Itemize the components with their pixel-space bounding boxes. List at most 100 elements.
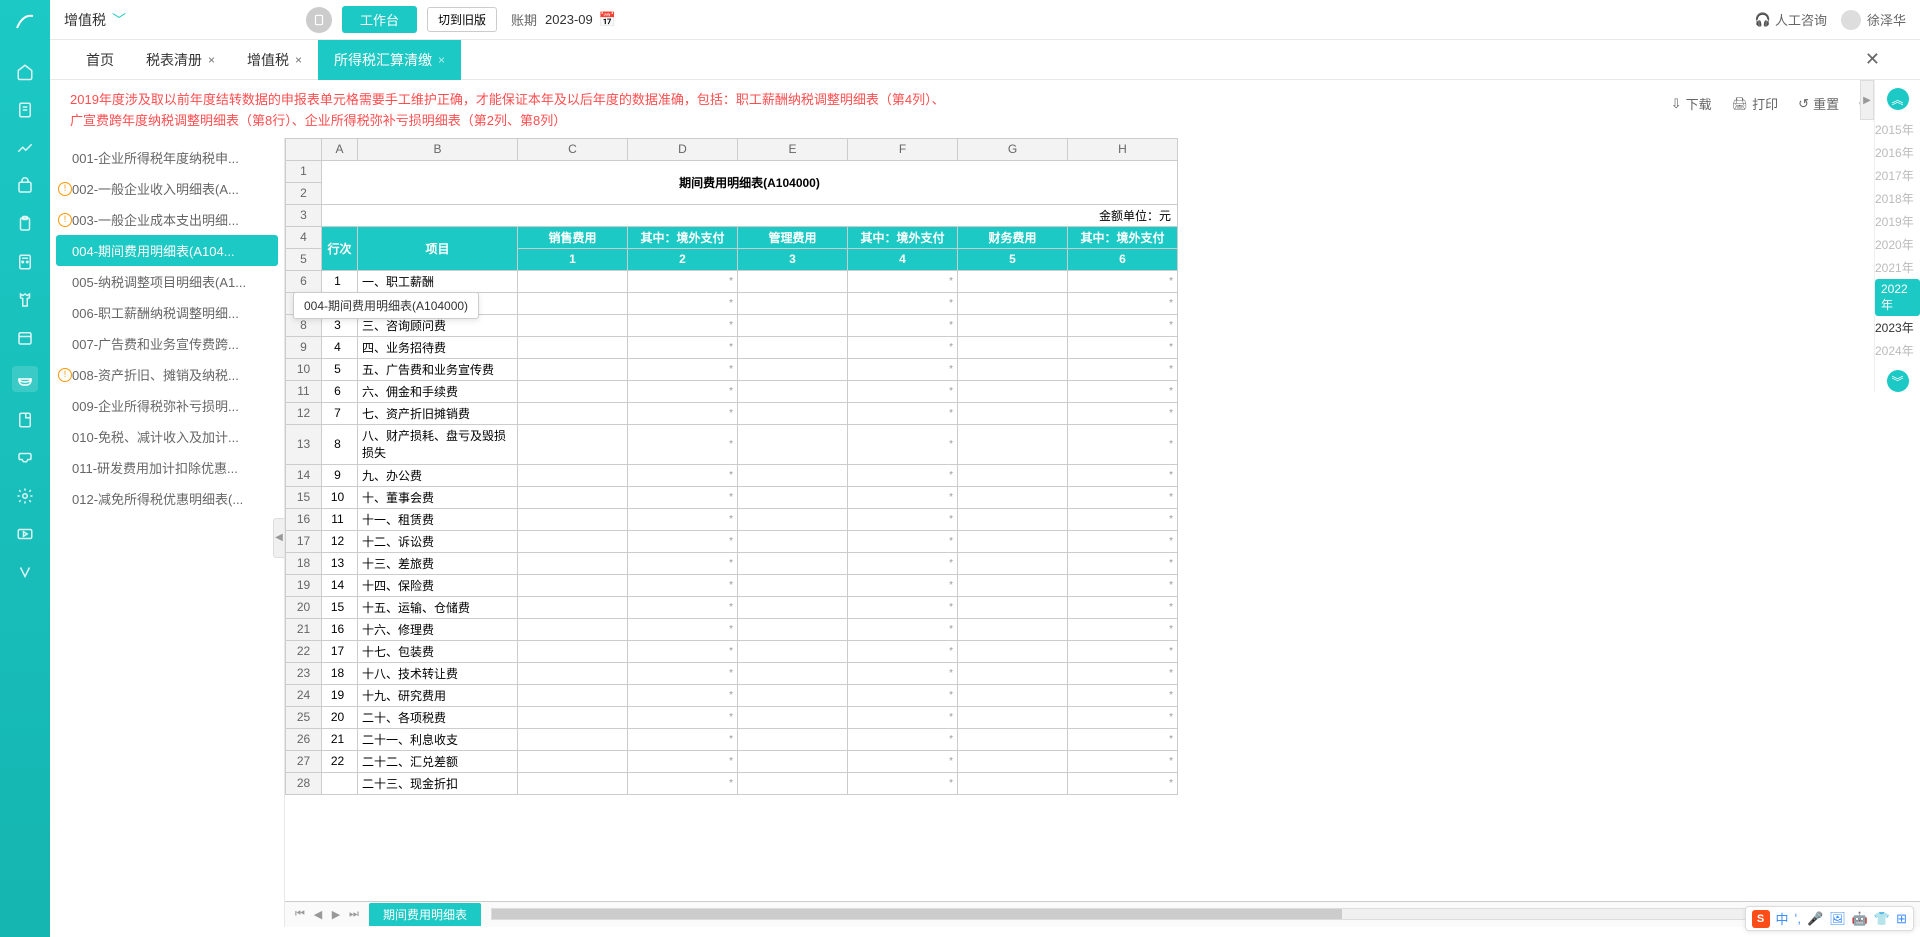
row-number-cell[interactable]: 11 [322,508,358,530]
data-cell[interactable]: * [628,728,738,750]
data-cell[interactable] [518,772,628,794]
data-cell[interactable]: * [628,574,738,596]
data-cell[interactable] [518,336,628,358]
data-cell[interactable] [958,314,1068,336]
tab-0[interactable]: 首页 [70,40,130,80]
ime-grid-icon[interactable]: ⊞ [1896,911,1907,927]
row-number-cell[interactable]: 6 [322,380,358,402]
data-cell[interactable]: * [848,508,958,530]
data-cell[interactable] [958,486,1068,508]
module-dropdown[interactable]: 增值税 ﹀ [64,10,126,30]
row-header[interactable]: 19 [286,574,322,596]
print-link[interactable]: 🖨打印 [1732,94,1779,113]
data-cell[interactable]: * [628,706,738,728]
data-cell[interactable]: * [848,596,958,618]
data-cell[interactable] [518,424,628,464]
shirt-icon[interactable] [15,290,35,310]
data-cell[interactable] [738,662,848,684]
row-header[interactable]: 25 [286,706,322,728]
ime-toolbar[interactable]: S 中 ʻ, 🎤 🖼 🤖 👕 ⊞ [1745,906,1915,931]
data-cell[interactable] [958,336,1068,358]
data-cell[interactable]: * [848,314,958,336]
col-header[interactable]: D [628,138,738,160]
year-up-button[interactable]: ︽ [1887,88,1909,110]
row-header[interactable]: 16 [286,508,322,530]
data-cell[interactable] [518,486,628,508]
row-number-cell[interactable]: 1 [322,270,358,292]
data-cell[interactable] [518,508,628,530]
row-header[interactable]: 11 [286,380,322,402]
data-cell[interactable] [738,508,848,530]
row-number-cell[interactable]: 8 [322,424,358,464]
data-cell[interactable]: * [628,270,738,292]
data-cell[interactable]: * [1068,292,1178,314]
download-link[interactable]: ⇩下载 [1671,94,1712,113]
row-header[interactable]: 10 [286,358,322,380]
data-cell[interactable]: * [848,574,958,596]
data-cell[interactable]: * [1068,772,1178,794]
data-cell[interactable] [958,270,1068,292]
form-nav-item[interactable]: 012-减免所得税优惠明细表(... [50,483,284,514]
data-cell[interactable] [958,574,1068,596]
ime-skin-icon[interactable]: 👕 [1874,911,1890,927]
item-label-cell[interactable]: 十六、修理费 [358,618,518,640]
form-nav-item[interactable]: 009-企业所得税弥补亏损明... [50,390,284,421]
data-cell[interactable]: * [628,486,738,508]
data-cell[interactable] [518,618,628,640]
data-cell[interactable] [518,380,628,402]
data-cell[interactable] [958,662,1068,684]
form-nav-item[interactable]: 004-期间费用明细表(A104... [56,235,278,266]
ime-mic-icon[interactable]: 🎤 [1807,911,1823,927]
form-nav-item[interactable]: 011-研发费用加计扣除优惠... [50,452,284,483]
row-number-cell[interactable]: 22 [322,750,358,772]
data-cell[interactable]: * [1068,662,1178,684]
item-label-cell[interactable]: 十三、差旅费 [358,552,518,574]
tab-1[interactable]: 税表清册× [130,40,231,80]
h-scrollbar[interactable] [491,908,1910,920]
data-cell[interactable] [738,358,848,380]
data-cell[interactable]: * [1068,706,1178,728]
consult-link[interactable]: 🎧 人工咨询 [1755,10,1827,29]
data-cell[interactable] [958,380,1068,402]
row-header[interactable]: 12 [286,402,322,424]
data-cell[interactable]: * [848,684,958,706]
form-nav-item[interactable]: 010-免税、减计收入及加计... [50,421,284,452]
row-header[interactable]: 26 [286,728,322,750]
clipboard-icon[interactable] [15,214,35,234]
data-cell[interactable] [738,552,848,574]
data-cell[interactable] [738,270,848,292]
data-cell[interactable] [738,750,848,772]
data-cell[interactable] [958,640,1068,662]
data-cell[interactable] [958,772,1068,794]
year-item[interactable]: 2018年 [1875,187,1920,210]
data-cell[interactable]: * [848,380,958,402]
item-label-cell[interactable]: 十一、租赁费 [358,508,518,530]
item-label-cell[interactable]: 四、业务招待费 [358,336,518,358]
data-cell[interactable] [958,358,1068,380]
data-cell[interactable] [518,358,628,380]
item-label-cell[interactable]: 十四、保险费 [358,574,518,596]
data-cell[interactable]: * [1068,358,1178,380]
data-cell[interactable] [738,336,848,358]
row-header[interactable]: 28 [286,772,322,794]
year-item[interactable]: 2023年 [1875,316,1920,339]
col-header[interactable]: E [738,138,848,160]
item-label-cell[interactable]: 十八、技术转让费 [358,662,518,684]
sheet-prev-icon[interactable]: ◀ [309,908,327,921]
item-label-cell[interactable]: 二十、各项税费 [358,706,518,728]
item-label-cell[interactable]: 八、财产损耗、盘亏及毁损损失 [358,424,518,464]
data-cell[interactable] [958,728,1068,750]
data-cell[interactable] [518,270,628,292]
data-cell[interactable] [738,574,848,596]
row-number-cell[interactable]: 21 [322,728,358,750]
data-cell[interactable]: * [848,706,958,728]
data-cell[interactable] [518,314,628,336]
item-label-cell[interactable]: 六、佣金和手续费 [358,380,518,402]
data-cell[interactable]: * [1068,728,1178,750]
data-cell[interactable] [518,530,628,552]
item-label-cell[interactable]: 十七、包装费 [358,640,518,662]
data-cell[interactable] [518,464,628,486]
data-cell[interactable] [738,486,848,508]
data-cell[interactable]: * [1068,552,1178,574]
row-number-cell[interactable]: 17 [322,640,358,662]
